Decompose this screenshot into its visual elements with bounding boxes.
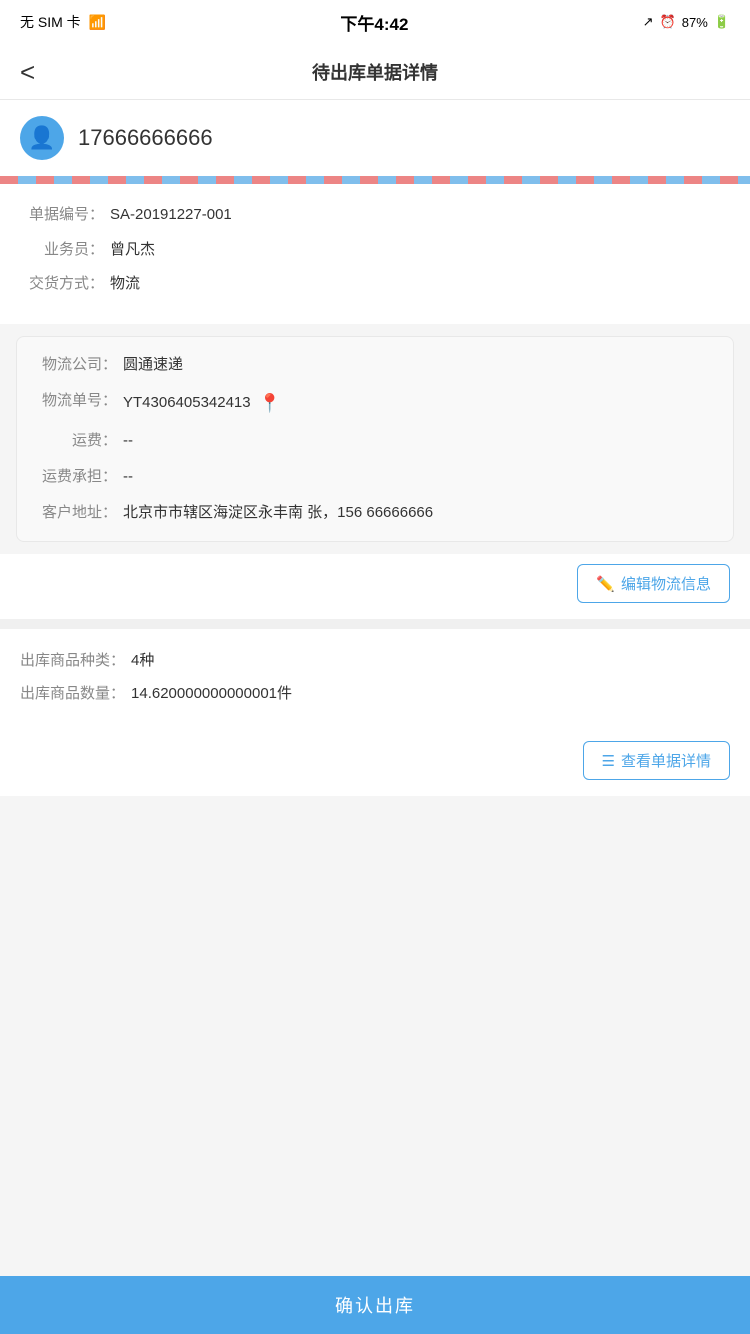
freight-row: 运费： -- — [33, 429, 717, 453]
freight-bearer-row: 运费承担： -- — [33, 465, 717, 489]
carrier-text: 无 SIM 卡 — [20, 12, 81, 32]
goods-type-value: 4种 — [131, 649, 154, 670]
nav-bar: < 待出库单据详情 — [0, 44, 750, 100]
back-button[interactable]: < — [20, 59, 35, 85]
tracking-no-row: 物流单号： YT4306405342413 📍 — [33, 389, 717, 418]
order-info-section: 单据编号： SA-20191227-001 业务员： 曾凡杰 交货方式： 物流 — [0, 184, 750, 324]
alarm-status-icon: ⏰ — [660, 14, 676, 30]
dashed-divider — [0, 176, 750, 184]
edit-btn-label: 编辑物流信息 — [621, 573, 711, 594]
tracking-location-icon[interactable]: 📍 — [259, 389, 281, 418]
avatar-icon: 👤 — [28, 125, 55, 151]
delivery-method-row: 交货方式： 物流 — [20, 273, 730, 296]
section-divider-1 — [0, 619, 750, 629]
logistics-card: 物流公司： 圆通速递 物流单号： YT4306405342413 📍 运费： -… — [16, 336, 734, 543]
view-detail-row: ☰ 查看单据详情 — [0, 731, 750, 796]
address-label: 客户地址： — [33, 501, 123, 525]
freight-bearer-value: -- — [123, 465, 717, 489]
logistics-company-value: 圆通速递 — [123, 353, 717, 377]
confirm-btn-text: 确认出库 — [335, 1292, 415, 1318]
status-carrier: 无 SIM 卡 📶 — [20, 12, 106, 32]
edit-logistics-button[interactable]: ✏️ 编辑物流信息 — [577, 564, 730, 603]
battery-text: 87% — [682, 15, 708, 30]
logistics-company-label: 物流公司： — [33, 353, 123, 377]
customer-phone: 17666666666 — [78, 125, 213, 151]
logistics-company-row: 物流公司： 圆通速递 — [33, 353, 717, 377]
tracking-no-text: YT4306405342413 — [123, 391, 251, 415]
status-bar: 无 SIM 卡 📶 下午4:42 ↗ ⏰ 87% 🔋 — [0, 0, 750, 44]
wifi-icon: 📶 — [89, 14, 106, 31]
freight-label: 运费： — [33, 429, 123, 453]
bottom-area — [0, 796, 750, 956]
view-detail-button[interactable]: ☰ 查看单据详情 — [583, 741, 730, 780]
order-no-label: 单据编号： — [20, 204, 110, 227]
goods-type-label: 出库商品种类： — [20, 649, 131, 670]
goods-quantity-label: 出库商品数量： — [20, 682, 131, 703]
view-detail-label: 查看单据详情 — [621, 750, 711, 771]
order-no-row: 单据编号： SA-20191227-001 — [20, 204, 730, 227]
delivery-method-value: 物流 — [110, 273, 730, 296]
tracking-no-label: 物流单号： — [33, 389, 123, 413]
customer-header: 👤 17666666666 — [0, 100, 750, 176]
delivery-method-label: 交货方式： — [20, 273, 110, 296]
avatar: 👤 — [20, 116, 64, 160]
sales-person-row: 业务员： 曾凡杰 — [20, 239, 730, 262]
address-row: 客户地址： 北京市市辖区海淀区永丰南 张，156 66666666 — [33, 501, 717, 525]
battery-icon: 🔋 — [714, 14, 730, 30]
goods-quantity-value: 14.620000000000001件 — [131, 682, 292, 703]
edit-btn-row: ✏️ 编辑物流信息 — [0, 554, 750, 619]
order-no-value: SA-20191227-001 — [110, 204, 730, 227]
sales-person-label: 业务员： — [20, 239, 110, 262]
goods-section: 出库商品种类： 4种 出库商品数量： 14.620000000000001件 — [0, 629, 750, 731]
sales-person-value: 曾凡杰 — [110, 239, 730, 262]
freight-bearer-label: 运费承担： — [33, 465, 123, 489]
status-time: 下午4:42 — [340, 10, 408, 35]
goods-type-row: 出库商品种类： 4种 — [20, 649, 730, 670]
goods-quantity-row: 出库商品数量： 14.620000000000001件 — [20, 682, 730, 703]
tracking-no-value-container: YT4306405342413 📍 — [123, 389, 717, 418]
freight-value: -- — [123, 429, 717, 453]
address-value: 北京市市辖区海淀区永丰南 张，156 66666666 — [123, 501, 717, 525]
confirm-btn-container[interactable]: 确认出库 — [0, 1276, 750, 1334]
location-status-icon: ↗ — [643, 14, 654, 30]
status-indicators: ↗ ⏰ 87% 🔋 — [643, 14, 730, 30]
edit-icon: ✏️ — [596, 575, 615, 593]
nav-title: 待出库单据详情 — [312, 59, 438, 85]
view-detail-icon: ☰ — [602, 752, 615, 770]
